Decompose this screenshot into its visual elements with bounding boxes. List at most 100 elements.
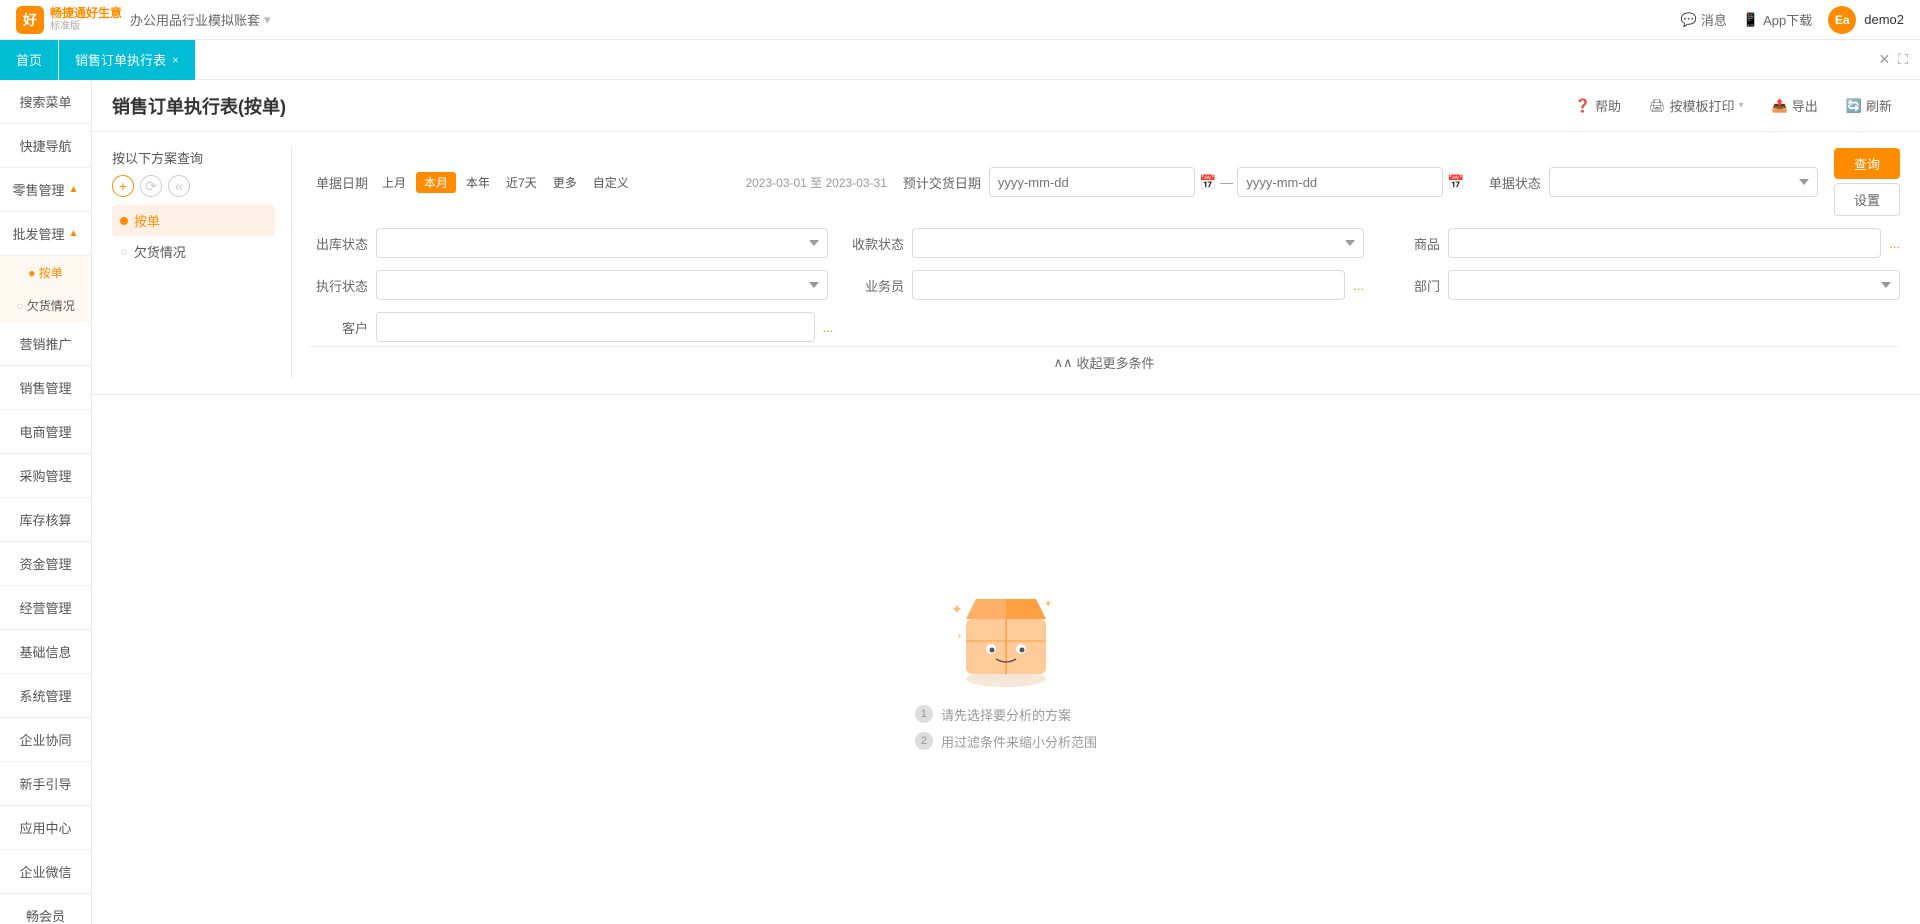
sidebar-item-enterprise[interactable]: 企业协同 [0,718,91,762]
template-print-button[interactable]: 🖨 按模板打印 ▾ [1641,92,1752,119]
export-button[interactable]: 📤 导出 [1764,92,1826,119]
filter-left-title-text: 按以下方案查询 [112,148,203,167]
filter-goods-input[interactable] [1448,228,1881,258]
search-action-area: 查询 设置 [1834,148,1900,216]
filter-goods-field: 商品 ... [1380,228,1900,258]
sidebar-item-operation-label: 经营管理 [19,601,71,616]
calendar-icon-1[interactable]: 📅 [1199,174,1216,191]
sidebar-item-ecommerce[interactable]: 电商管理 [0,410,91,454]
sidebar-item-marketing[interactable]: 营销推广 [0,322,91,366]
sidebar-item-enterprise-label: 企业协同 [19,733,71,748]
top-bar-left: 好 畅捷通好生意 标准版 办公用品行业模拟账套 ▾ [16,6,271,34]
submenu-shortage-icon: ○ [16,299,23,313]
filter-row-3: 执行状态 业务员 ... 部门 [308,270,1900,300]
filter-option-by-order[interactable]: 按单 [112,205,275,236]
sidebar-item-ecommerce-label: 电商管理 [19,425,71,440]
logo-text: 畅捷通好生意 [50,6,122,20]
calendar-icon-2[interactable]: 📅 [1447,174,1464,191]
sidebar-item-operation[interactable]: 经营管理 [0,586,91,630]
sidebar-item-retail[interactable]: 零售管理 ▲ [0,168,91,212]
filter-status-select[interactable] [1549,167,1818,197]
sidebar-item-wholesale[interactable]: 批发管理 ▲ [0,212,91,256]
sidebar-item-member[interactable]: 畅会员 [0,894,91,924]
sidebar-item-system[interactable]: 系统管理 [0,674,91,718]
sidebar-item-finance[interactable]: 资金管理 [0,542,91,586]
filter-salesperson-more[interactable]: ... [1353,278,1364,293]
filter-date-field: 单据日期 上月 本月 本年 近7天 更多 自定义 [308,172,729,193]
date-tag-more[interactable]: 更多 [547,172,583,193]
sidebar-submenu-shortage[interactable]: ○ 欠货情况 [0,289,91,322]
expected-date-start[interactable] [989,167,1195,197]
filter-option-shortage[interactable]: ○ 欠货情况 [112,236,275,267]
filter-dept-select[interactable] [1448,270,1900,300]
window-expand-btn[interactable]: ⛶ [1898,51,1908,68]
sidebar-item-inventory[interactable]: 库存核算 [0,498,91,542]
filter-salesperson-input[interactable] [912,270,1345,300]
window-close-btn[interactable]: ✕ [1878,51,1890,68]
filter-collapse-btn[interactable]: « [168,175,190,197]
filter-goods-label: 商品 [1380,234,1440,253]
sidebar-item-base-info[interactable]: 基础信息 [0,630,91,674]
tab-sales-order[interactable]: 销售订单执行表 × [59,40,196,80]
sidebar-item-quick-nav[interactable]: 快捷导航 [0,124,91,168]
tabs-bar: 首页 销售订单执行表 × ✕ ⛶ [0,40,1920,80]
collapse-more-label: 收起更多条件 [1077,353,1155,372]
submenu-shortage-label: 欠货情况 [27,299,75,313]
filter-goods-more[interactable]: ... [1889,236,1900,251]
filter-add-btn[interactable]: + [112,175,134,197]
help-button[interactable]: ❓ 帮助 [1567,92,1629,119]
filter-rows: 单据日期 上月 本月 本年 近7天 更多 自定义 2023 [308,148,1900,342]
sidebar-submenu-by-order[interactable]: ● 按单 [0,256,91,289]
collapse-more-button[interactable]: ∧∧ 收起更多条件 [308,346,1900,378]
filter-salesperson-label: 业务员 [844,276,904,295]
refresh-button[interactable]: 🔄 刷新 [1838,92,1900,119]
filter-payment-field: 收款状态 [844,228,1364,258]
date-tag-this-year[interactable]: 本年 [460,172,496,193]
breadcrumb-arrow: ▾ [264,12,271,28]
sidebar-item-wechat[interactable]: 企业微信 [0,850,91,894]
filter-payment-label: 收款状态 [844,234,904,253]
filter-option-dot [120,217,128,225]
filter-customer-more[interactable]: ... [823,320,834,335]
avatar: Ea [1828,6,1856,34]
export-icon: 📤 [1772,98,1788,114]
app-download-button[interactable]: 📱 App下载 [1743,10,1812,29]
expected-date-end[interactable] [1237,167,1443,197]
sidebar-item-wholesale-label: 批发管理 [13,224,65,243]
sidebar-item-retail-label: 零售管理 [13,180,65,199]
sidebar-item-sales-label: 销售管理 [19,381,71,396]
date-tag-7days[interactable]: 近7天 [500,172,543,193]
page-header: 销售订单执行表(按单) ❓ 帮助 🖨 按模板打印 ▾ 📤 导出 🔄 刷新 [92,80,1920,132]
filter-edit-btn[interactable]: ⟳ [140,175,162,197]
filter-option-shortage-icon: ○ [120,244,128,259]
sidebar-item-sales[interactable]: 销售管理 [0,366,91,410]
tab-home[interactable]: 首页 [0,40,59,80]
message-button[interactable]: 💬 消息 [1681,10,1727,29]
search-button[interactable]: 查询 [1834,148,1900,179]
empty-svg-icon: ✦ ✦ ✦ [936,569,1076,689]
filter-panel: 按以下方案查询 + ⟳ « 按单 ○ 欠货情况 [92,132,1920,395]
sidebar-item-app-center[interactable]: 应用中心 [0,806,91,850]
sidebar-item-wholesale-arrow: ▲ [69,228,79,239]
tab-close-icon[interactable]: × [172,53,179,67]
date-tag-this-month[interactable]: 本月 [416,172,456,193]
filter-exec-select[interactable] [376,270,828,300]
filter-customer-input[interactable] [376,312,815,342]
filter-left-title: 按以下方案查询 [112,148,275,167]
filter-status-label: 单据状态 [1481,173,1541,192]
tip-num-2: 2 [915,732,933,750]
settings-button[interactable]: 设置 [1834,183,1900,216]
empty-illustration: ✦ ✦ ✦ [936,569,1076,689]
filter-customer-field: 客户 ... [308,312,833,342]
sidebar-item-guide[interactable]: 新手引导 [0,762,91,806]
sidebar-item-search[interactable]: 搜索菜单 [0,80,91,124]
header-actions: ❓ 帮助 🖨 按模板打印 ▾ 📤 导出 🔄 刷新 [1567,92,1900,119]
date-tag-custom[interactable]: 自定义 [587,172,635,193]
filter-payment-select[interactable] [912,228,1364,258]
filter-delivery-select[interactable] [376,228,828,258]
top-bar: 好 畅捷通好生意 标准版 办公用品行业模拟账套 ▾ 💬 消息 📱 App下载 E… [0,0,1920,40]
sidebar-item-purchase[interactable]: 采购管理 [0,454,91,498]
date-tag-last-month[interactable]: 上月 [376,172,412,193]
help-icon: ❓ [1575,98,1591,114]
user-area[interactable]: Ea demo2 [1828,6,1904,34]
